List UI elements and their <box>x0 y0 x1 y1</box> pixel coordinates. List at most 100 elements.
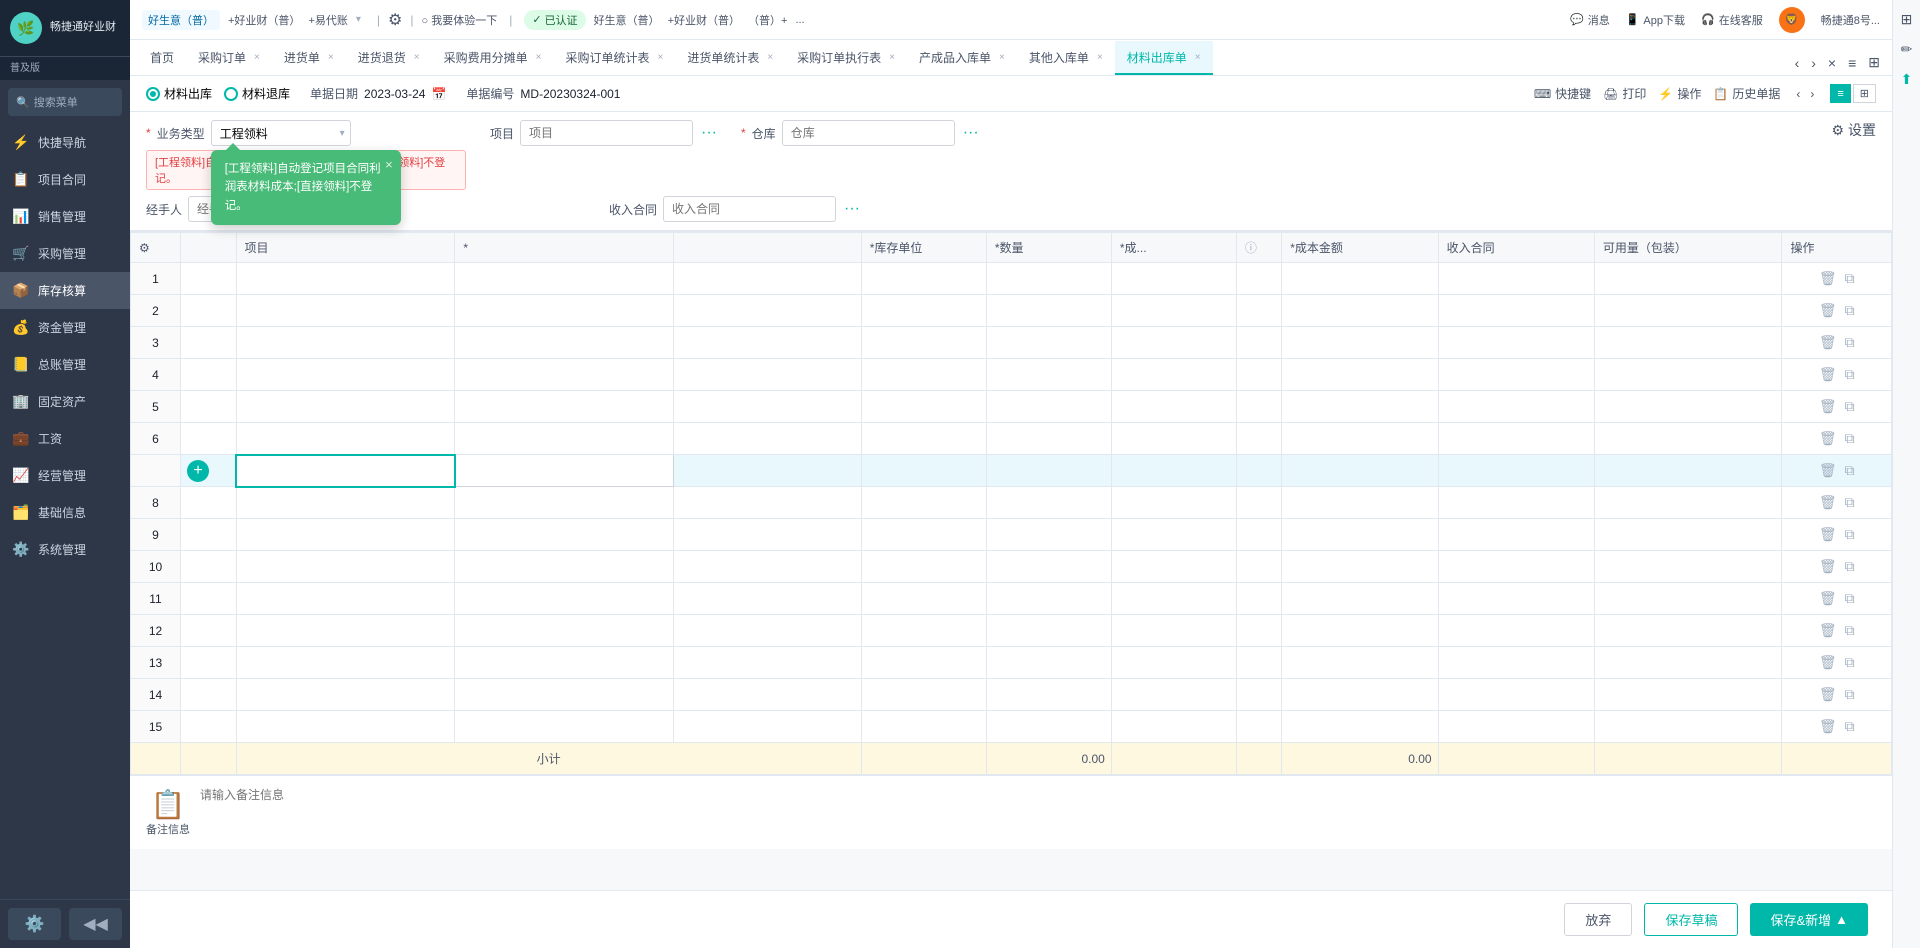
row-material-cell[interactable] <box>455 391 674 423</box>
row-qty-cell[interactable] <box>986 519 1111 551</box>
sidebar-item-inventory[interactable]: 📦 库存核算 <box>0 272 130 309</box>
settings-cog-icon[interactable]: ⚙ <box>388 10 402 30</box>
row-material-cell[interactable] <box>455 487 674 519</box>
sidebar-item-base[interactable]: 🗂️ 基础信息 <box>0 494 130 531</box>
row-copy-button[interactable]: ⧉ <box>1843 556 1857 577</box>
row-spec-cell[interactable] <box>674 583 862 615</box>
row-project-cell[interactable] <box>236 327 455 359</box>
row-material-cell[interactable] <box>455 551 674 583</box>
tab-inbound-return[interactable]: 进货退货 × <box>346 41 432 75</box>
row-avail-cell[interactable] <box>1594 487 1782 519</box>
row-income-cell[interactable] <box>1438 455 1594 487</box>
warehouse-dots-button[interactable]: ··· <box>963 124 979 142</box>
row-unit-cell[interactable] <box>861 391 986 423</box>
tab-list-view-button[interactable]: ≡ <box>1844 51 1860 75</box>
calendar-icon[interactable]: 📅 <box>431 87 446 101</box>
tab-close-material-out[interactable]: × <box>1195 52 1201 63</box>
row-delete-button[interactable]: 🗑 <box>1817 684 1839 705</box>
row-avail-cell[interactable] <box>1594 679 1782 711</box>
row-material-cell[interactable] <box>455 647 674 679</box>
right-panel-icon-2[interactable]: ✏ <box>1896 38 1918 60</box>
row-unit-cell[interactable] <box>861 327 986 359</box>
right-panel-icon-3[interactable]: ⬆ <box>1896 68 1918 90</box>
tab-material-out[interactable]: 材料出库单 × <box>1115 41 1213 75</box>
row-copy-button[interactable]: ⧉ <box>1843 620 1857 641</box>
tab-purchase-exec[interactable]: 采购订单执行表 × <box>785 41 907 75</box>
online-service-button[interactable]: 🎧 在线客服 <box>1701 12 1763 28</box>
user-avatar[interactable]: 🦁 <box>1779 7 1805 33</box>
discard-button[interactable]: 放弃 <box>1564 903 1632 936</box>
row-material-cell[interactable] <box>455 615 674 647</box>
row-delete-button[interactable]: 🗑 <box>1817 556 1839 577</box>
row-spec-cell[interactable] <box>674 263 862 295</box>
row-avail-cell[interactable] <box>1594 295 1782 327</box>
row-qty-cell[interactable] <box>986 551 1111 583</box>
row-income-cell[interactable] <box>1438 487 1594 519</box>
row-spec-cell[interactable] <box>674 391 862 423</box>
row-avail-cell[interactable] <box>1594 359 1782 391</box>
row-avail-cell[interactable] <box>1594 327 1782 359</box>
project-dots-button[interactable]: ··· <box>701 124 717 142</box>
row-delete-button[interactable]: 🗑 <box>1817 492 1839 513</box>
brand-link-2[interactable]: +易代账 <box>308 12 347 28</box>
tab-close-all-button[interactable]: × <box>1824 51 1840 75</box>
row-spec-cell[interactable] <box>674 455 862 487</box>
row-qty-cell[interactable] <box>986 487 1111 519</box>
notes-input[interactable] <box>200 788 600 802</box>
row-cost-cell[interactable] <box>1111 263 1236 295</box>
print-button[interactable]: 🖨 打印 <box>1603 85 1646 102</box>
save-new-button[interactable]: 保存&新增 ▲ <box>1750 903 1868 936</box>
row-copy-button[interactable]: ⧉ <box>1843 300 1857 321</box>
row-delete-button[interactable]: 🗑 <box>1817 460 1839 481</box>
row-cost-cell[interactable] <box>1111 455 1236 487</box>
tab-other-in[interactable]: 其他入库单 × <box>1017 41 1115 75</box>
income-contract-input[interactable] <box>663 196 836 222</box>
row-cost-amt-cell[interactable] <box>1282 551 1438 583</box>
tab-close-other-in[interactable]: × <box>1097 52 1103 63</box>
row-avail-cell[interactable] <box>1594 263 1782 295</box>
row-copy-button[interactable]: ⧉ <box>1843 716 1857 737</box>
message-button[interactable]: 💬 消息 <box>1570 12 1610 28</box>
row-material-cell[interactable] <box>455 295 674 327</box>
row-cost-amt-cell[interactable] <box>1282 327 1438 359</box>
row-cost-amt-cell[interactable] <box>1282 647 1438 679</box>
row-project-cell[interactable] <box>236 359 455 391</box>
tab-close-inbound[interactable]: × <box>328 52 334 63</box>
row-income-cell[interactable] <box>1438 647 1594 679</box>
row-unit-cell[interactable] <box>861 679 986 711</box>
row-spec-cell[interactable] <box>674 295 862 327</box>
row-spec-cell[interactable] <box>674 647 862 679</box>
sidebar-item-project[interactable]: 📋 项目合同 <box>0 161 130 198</box>
row-spec-cell[interactable] <box>674 359 862 391</box>
row-qty-cell[interactable] <box>986 583 1111 615</box>
row-cost-cell[interactable] <box>1111 391 1236 423</box>
sidebar-item-payroll[interactable]: 💼 工资 <box>0 420 130 457</box>
more-link[interactable]: （普）+ <box>748 12 787 28</box>
list-view-button[interactable]: ≡ <box>1830 84 1850 103</box>
col-settings-header[interactable]: ⚙ <box>131 233 181 263</box>
row-avail-cell[interactable] <box>1594 711 1782 743</box>
row-copy-button[interactable]: ⧉ <box>1843 396 1857 417</box>
row-cost-cell[interactable] <box>1111 359 1236 391</box>
row-cost-cell[interactable] <box>1111 551 1236 583</box>
row-unit-cell[interactable] <box>861 295 986 327</box>
row-cost-amt-cell[interactable] <box>1282 295 1438 327</box>
row-unit-cell[interactable] <box>861 519 986 551</box>
row-material-cell[interactable] <box>455 583 674 615</box>
row-qty-cell[interactable] <box>986 263 1111 295</box>
row-material-cell[interactable] <box>455 455 674 487</box>
sidebar-item-accounting[interactable]: 📒 总账管理 <box>0 346 130 383</box>
project-input[interactable] <box>520 120 693 146</box>
tab-home[interactable]: 首页 <box>138 41 186 75</box>
row-avail-cell[interactable] <box>1594 647 1782 679</box>
row-spec-cell[interactable] <box>674 679 862 711</box>
prev-page-button[interactable]: ‹ <box>1792 85 1804 103</box>
row-income-cell[interactable] <box>1438 519 1594 551</box>
sidebar-item-nav[interactable]: ⚡ 快捷导航 <box>0 124 130 161</box>
row-unit-cell[interactable] <box>861 615 986 647</box>
row-copy-button[interactable]: ⧉ <box>1843 492 1857 513</box>
try-experience-link[interactable]: ○ 我要体验一下 <box>422 12 498 28</box>
row-material-cell[interactable] <box>455 679 674 711</box>
tab-grid-view-button[interactable]: ⊞ <box>1864 50 1884 75</box>
row-avail-cell[interactable] <box>1594 519 1782 551</box>
